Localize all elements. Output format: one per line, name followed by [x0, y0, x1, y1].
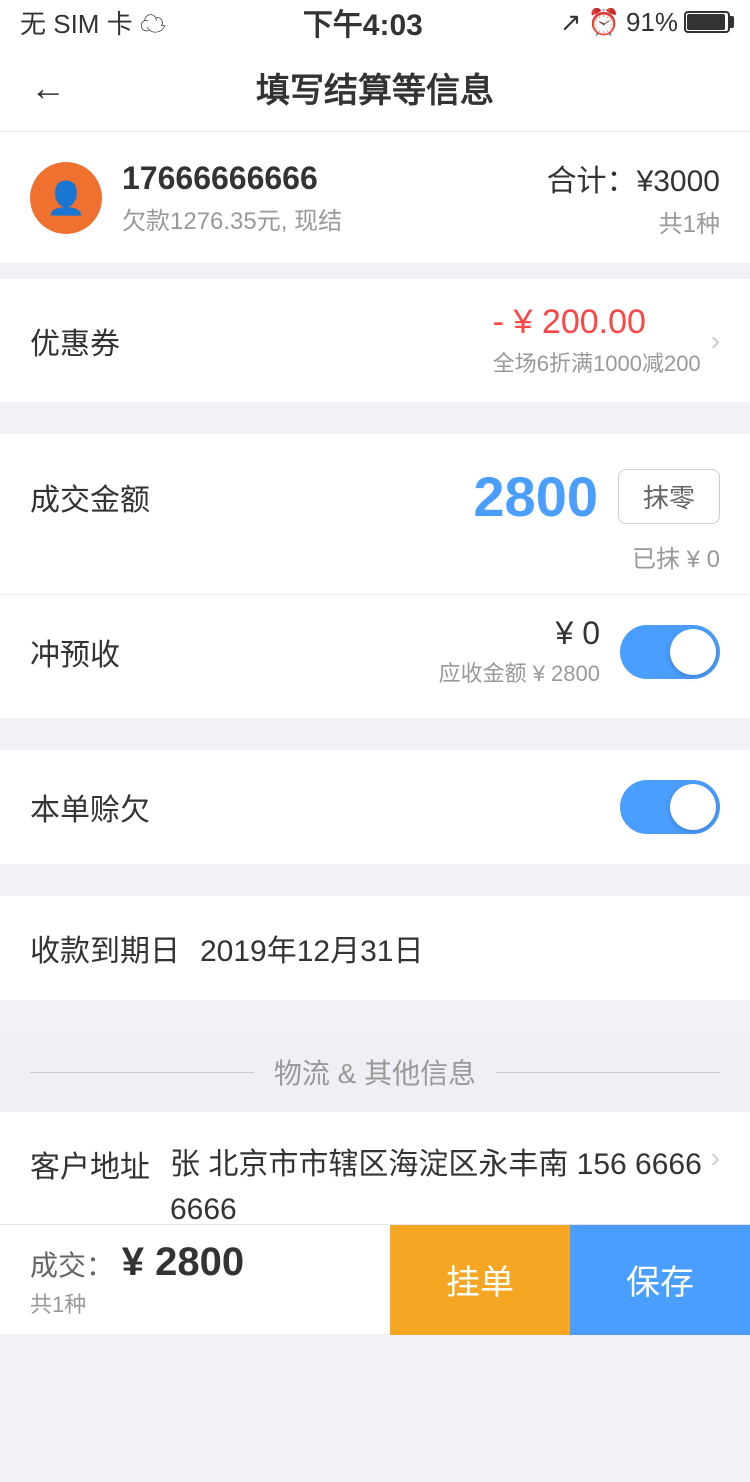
logistics-line-left [30, 1072, 254, 1073]
toggle-knob [670, 629, 716, 675]
status-left: 无 SIM 卡 ☁ [20, 4, 166, 41]
round-button[interactable]: 抹零 [618, 469, 720, 524]
status-time: 下午4:03 [303, 0, 423, 44]
customer-total: 合计：¥3000 共1种 [547, 156, 720, 239]
hang-button[interactable]: 挂单 [390, 1225, 570, 1335]
coupon-right: - ¥ 200.00 全场6折满1000减200 › [493, 303, 720, 378]
customer-sub: 欠款1276.35元, 现结 [122, 201, 342, 236]
total-amount: 合计：¥3000 [547, 156, 720, 200]
bottom-summary-sub: 共1种 [30, 1287, 360, 1319]
divider-4 [0, 1016, 750, 1032]
coupon-desc: 全场6折满1000减200 [493, 346, 701, 378]
duedate-value: 2019年12月31日 [200, 926, 423, 970]
address-label: 客户地址 [30, 1142, 150, 1186]
battery-percent: 91% [626, 7, 678, 38]
prepay-label: 冲预收 [30, 630, 120, 674]
logistics-header: 物流 & 其他信息 [0, 1032, 750, 1112]
status-right: ↗ ⏰ 91% [560, 7, 730, 38]
arrear-toggle-knob [670, 784, 716, 830]
logistics-line-right [496, 1072, 720, 1073]
direction-icon: ↗ [560, 7, 582, 38]
address-value: 张 北京市市辖区海淀区永丰南 156 6666 6666 [170, 1142, 711, 1232]
avatar: 👤 [30, 162, 102, 234]
deal-section: 成交金额 2800 抹零 已抹 ¥ 0 冲预收 ¥ 0 应收金额 ¥ 2800 [0, 434, 750, 718]
coupon-label: 优惠券 [30, 319, 120, 363]
customer-info: 17666666666 欠款1276.35元, 现结 [122, 160, 342, 236]
divider-1 [0, 418, 750, 434]
customer-section: 👤 17666666666 欠款1276.35元, 现结 合计：¥3000 共1… [0, 132, 750, 263]
save-button[interactable]: 保存 [570, 1225, 750, 1335]
back-button[interactable]: ← [30, 67, 66, 109]
sim-status: 无 SIM 卡 ☁ [20, 4, 166, 41]
arrear-section: 本单赊欠 [0, 750, 750, 864]
prepay-row: 冲预收 ¥ 0 应收金额 ¥ 2800 [0, 594, 750, 718]
total-sub: 共1种 [547, 204, 720, 239]
nav-bar: ← 填写结算等信息 [0, 44, 750, 132]
bottom-summary-main: 成交： ¥ 2800 [30, 1240, 360, 1285]
summary-prefix: 成交： [30, 1250, 114, 1281]
chevron-right-icon: › [711, 325, 720, 357]
battery-icon [684, 11, 730, 33]
divider-2 [0, 734, 750, 750]
status-bar: 无 SIM 卡 ☁ 下午4:03 ↗ ⏰ 91% [0, 0, 750, 44]
prepay-amount: ¥ 0 [439, 615, 600, 652]
coupon-section[interactable]: 优惠券 - ¥ 200.00 全场6折满1000减200 › [0, 279, 750, 402]
prepay-sub: 应收金额 ¥ 2800 [439, 656, 600, 688]
prepay-toggle[interactable] [620, 625, 720, 679]
arrear-label: 本单赊欠 [30, 785, 150, 829]
deal-label: 成交金额 [30, 475, 150, 519]
page-title: 填写结算等信息 [86, 63, 664, 112]
duedate-section: 收款到期日 2019年12月31日 [0, 896, 750, 1000]
alarm-icon: ⏰ [588, 7, 620, 38]
bottom-bar: 成交： ¥ 2800 共1种 挂单 保存 [0, 1224, 750, 1334]
divider-3 [0, 880, 750, 896]
duedate-label: 收款到期日 [30, 926, 180, 970]
deal-amount: 2800 [473, 464, 598, 529]
address-chevron-icon: › [711, 1142, 720, 1174]
summary-amount: ¥ 2800 [122, 1240, 244, 1284]
deal-sub: 已抹 ¥ 0 [0, 539, 750, 594]
arrear-toggle[interactable] [620, 780, 720, 834]
bottom-summary: 成交： ¥ 2800 共1种 [0, 1240, 390, 1319]
customer-phone: 17666666666 [122, 160, 342, 197]
logistics-label: 物流 & 其他信息 [274, 1052, 476, 1092]
coupon-discount: - ¥ 200.00 [493, 303, 701, 342]
